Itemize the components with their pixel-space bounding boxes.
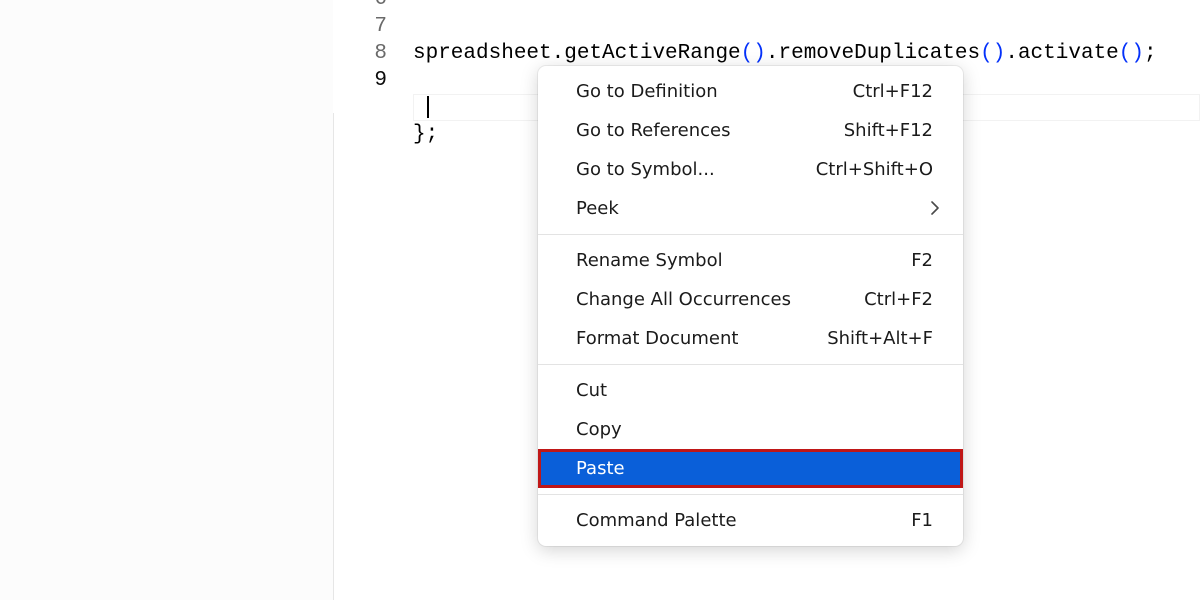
menu-item-shortcut: Shift+F12 [844, 120, 933, 141]
menu-item-label: Go to References [576, 120, 820, 141]
menu-item-label: Rename Symbol [576, 250, 887, 271]
menu-item-shortcut: F2 [911, 250, 933, 271]
menu-item-label: Format Document [576, 328, 803, 349]
line-number-7: 7 [333, 13, 387, 40]
menu-item-change-all-occurrences[interactable]: Change All Occurrences Ctrl+F2 [538, 280, 963, 319]
menu-item-peek[interactable]: Peek [538, 189, 963, 228]
menu-item-shortcut: Ctrl+F2 [864, 289, 933, 310]
menu-item-copy[interactable]: Copy [538, 410, 963, 449]
menu-separator [538, 234, 963, 235]
menu-item-paste[interactable]: Paste [538, 449, 963, 488]
line-number-8: 8 [333, 40, 387, 67]
menu-item-go-to-definition[interactable]: Go to Definition Ctrl+F12 [538, 72, 963, 111]
chevron-right-icon [931, 201, 941, 217]
menu-item-shortcut: Shift+Alt+F [827, 328, 933, 349]
menu-item-go-to-symbol[interactable]: Go to Symbol... Ctrl+Shift+O [538, 150, 963, 189]
menu-item-label: Go to Symbol... [576, 159, 792, 180]
menu-item-cut[interactable]: Cut [538, 371, 963, 410]
menu-item-label: Go to Definition [576, 81, 829, 102]
menu-item-go-to-references[interactable]: Go to References Shift+F12 [538, 111, 963, 150]
menu-separator [538, 494, 963, 495]
menu-separator [538, 364, 963, 365]
menu-item-label: Peek [576, 198, 933, 219]
menu-item-label: Paste [576, 458, 933, 479]
menu-item-command-palette[interactable]: Command Palette F1 [538, 501, 963, 540]
line-number-9: 9 [333, 67, 387, 94]
menu-item-rename-symbol[interactable]: Rename Symbol F2 [538, 241, 963, 280]
code-line-6[interactable]: spreadsheet.getActiveRange().removeDupli… [413, 40, 1157, 67]
menu-item-format-document[interactable]: Format Document Shift+Alt+F [538, 319, 963, 358]
context-menu: Go to Definition Ctrl+F12 Go to Referenc… [538, 66, 963, 546]
menu-item-label: Copy [576, 419, 933, 440]
menu-item-label: Cut [576, 380, 933, 401]
menu-item-shortcut: Ctrl+Shift+O [816, 159, 933, 180]
menu-item-shortcut: Ctrl+F12 [853, 81, 933, 102]
line-number-6: 6 [333, 0, 387, 13]
menu-item-shortcut: F1 [911, 510, 933, 531]
menu-item-label: Command Palette [576, 510, 887, 531]
line-number-gutter: 6 7 8 9 [333, 0, 411, 126]
menu-item-label: Change All Occurrences [576, 289, 840, 310]
